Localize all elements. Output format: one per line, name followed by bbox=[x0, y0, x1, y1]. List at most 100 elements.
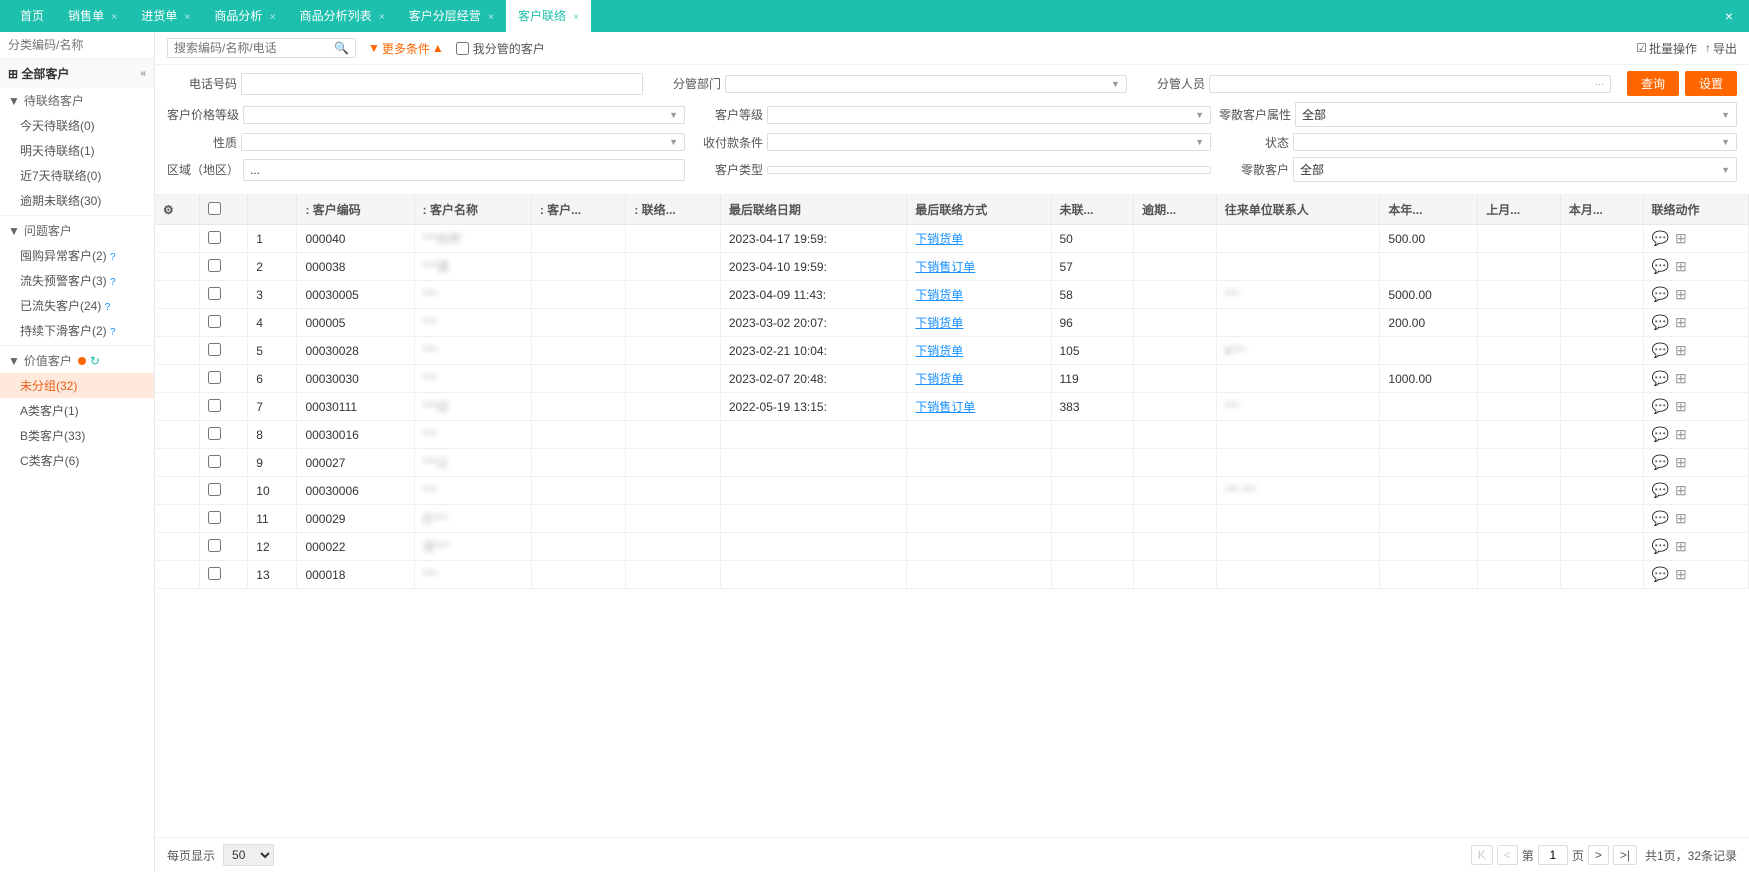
row-checkbox[interactable] bbox=[208, 399, 221, 412]
close-icon[interactable]: × bbox=[111, 12, 117, 23]
checkbox-cell[interactable] bbox=[199, 309, 248, 337]
last-method-cell[interactable]: 下销售订单 bbox=[907, 253, 1051, 281]
chat-icon[interactable]: 💬 bbox=[1652, 230, 1669, 247]
row-checkbox[interactable] bbox=[208, 287, 221, 300]
dept-select[interactable]: ▼ bbox=[725, 75, 1127, 93]
chat-icon[interactable]: 💬 bbox=[1652, 342, 1669, 359]
grid-icon[interactable]: ⊞ bbox=[1675, 482, 1687, 499]
checkbox-cell[interactable] bbox=[199, 225, 248, 253]
chat-icon[interactable]: 💬 bbox=[1652, 538, 1669, 555]
last-method-cell[interactable]: 下销货单 bbox=[907, 225, 1051, 253]
my-customers-filter[interactable]: 我分管的客户 bbox=[456, 40, 545, 57]
status-select[interactable]: ▼ bbox=[1293, 133, 1737, 151]
chat-icon[interactable]: 💬 bbox=[1652, 426, 1669, 443]
checkbox-cell[interactable] bbox=[199, 253, 248, 281]
sidebar-search-input[interactable] bbox=[8, 38, 155, 52]
last-method-cell[interactable] bbox=[907, 561, 1051, 589]
scatter-customer-select[interactable]: 全部 ▼ bbox=[1293, 157, 1737, 182]
chat-icon[interactable]: 💬 bbox=[1652, 258, 1669, 275]
problem-customers-group[interactable]: ▼ 问题客户 bbox=[0, 218, 154, 243]
last-method-cell[interactable] bbox=[907, 505, 1051, 533]
sidebar-item-class-c[interactable]: C类客户(6) bbox=[0, 448, 154, 473]
grid-icon[interactable]: ⊞ bbox=[1675, 342, 1687, 359]
query-button[interactable]: 查询 bbox=[1627, 71, 1679, 96]
reset-button[interactable]: 设置 bbox=[1685, 71, 1737, 96]
last-method-link[interactable]: 下销货单 bbox=[915, 372, 963, 386]
last-method-link[interactable]: 下销货单 bbox=[915, 232, 963, 246]
row-checkbox[interactable] bbox=[208, 567, 221, 580]
chat-icon[interactable]: 💬 bbox=[1652, 510, 1669, 527]
nav-customer-contact[interactable]: 客户联络 × bbox=[506, 0, 591, 32]
batch-operation-button[interactable]: ☑ 批量操作 bbox=[1636, 40, 1697, 57]
sidebar-item-class-a[interactable]: A类客户(1) bbox=[0, 398, 154, 423]
search-input[interactable] bbox=[174, 41, 334, 55]
chat-icon[interactable]: 💬 bbox=[1652, 566, 1669, 583]
nav-product-analysis-list[interactable]: 商品分析列表 × bbox=[288, 0, 397, 32]
first-page-button[interactable]: K bbox=[1471, 845, 1493, 865]
last-method-cell[interactable]: 下销货单 bbox=[907, 337, 1051, 365]
customer-type-select[interactable] bbox=[767, 166, 1211, 174]
last-method-cell[interactable] bbox=[907, 421, 1051, 449]
chat-icon[interactable]: 💬 bbox=[1652, 314, 1669, 331]
row-checkbox[interactable] bbox=[208, 511, 221, 524]
chat-icon[interactable]: 💬 bbox=[1652, 454, 1669, 471]
collapse-icon[interactable]: « bbox=[140, 68, 146, 79]
chat-icon[interactable]: 💬 bbox=[1652, 482, 1669, 499]
sidebar-search-box[interactable]: 🔍 bbox=[0, 32, 154, 59]
sidebar-item-churn-warning[interactable]: 流失预警客户(3) ? bbox=[0, 268, 154, 293]
chat-icon[interactable]: 💬 bbox=[1652, 398, 1669, 415]
checkbox-cell[interactable] bbox=[199, 477, 248, 505]
grid-icon[interactable]: ⊞ bbox=[1675, 398, 1687, 415]
export-button[interactable]: ↑ 导出 bbox=[1705, 40, 1737, 57]
grid-icon[interactable]: ⊞ bbox=[1675, 286, 1687, 303]
sidebar-item-7days[interactable]: 近7天待联络(0) bbox=[0, 163, 154, 188]
last-method-link[interactable]: 下销货单 bbox=[915, 344, 963, 358]
settings-icon[interactable]: ⚙ bbox=[163, 203, 174, 217]
sidebar-item-ungroup[interactable]: 未分组(32) bbox=[0, 373, 154, 398]
row-checkbox[interactable] bbox=[208, 427, 221, 440]
checkbox-cell[interactable] bbox=[199, 393, 248, 421]
last-method-link[interactable]: 下销售订单 bbox=[915, 400, 975, 414]
close-icon[interactable]: × bbox=[573, 12, 579, 23]
chat-icon[interactable]: 💬 bbox=[1652, 286, 1669, 303]
refresh-icon[interactable]: ↻ bbox=[90, 354, 100, 368]
nav-product-analysis[interactable]: 商品分析 × bbox=[202, 0, 287, 32]
checkbox-cell[interactable] bbox=[199, 421, 248, 449]
payment-select[interactable]: ▼ bbox=[767, 133, 1211, 151]
region-select[interactable]: ... bbox=[243, 159, 685, 181]
last-method-cell[interactable] bbox=[907, 533, 1051, 561]
last-method-link[interactable]: 下销货单 bbox=[915, 316, 963, 330]
grid-icon[interactable]: ⊞ bbox=[1675, 314, 1687, 331]
close-icon[interactable]: × bbox=[379, 12, 385, 23]
pending-contact-group[interactable]: ▼ 待联络客户 bbox=[0, 88, 154, 113]
sidebar-item-abnormal[interactable]: 囤购异常客户(2) ? bbox=[0, 243, 154, 268]
grid-icon[interactable]: ⊞ bbox=[1675, 454, 1687, 471]
last-method-cell[interactable] bbox=[907, 477, 1051, 505]
chat-icon[interactable]: 💬 bbox=[1652, 370, 1669, 387]
nav-purchase[interactable]: 进货单 × bbox=[129, 0, 202, 32]
last-method-cell[interactable]: 下销货单 bbox=[907, 281, 1051, 309]
checkbox-cell[interactable] bbox=[199, 281, 248, 309]
grid-icon[interactable]: ⊞ bbox=[1675, 538, 1687, 555]
row-checkbox[interactable] bbox=[208, 455, 221, 468]
valuation-group[interactable]: ▼ 价值客户 ↻ bbox=[0, 348, 154, 373]
row-checkbox[interactable] bbox=[208, 315, 221, 328]
last-method-link[interactable]: 下销货单 bbox=[915, 288, 963, 302]
last-method-cell[interactable]: 下销货单 bbox=[907, 309, 1051, 337]
checkbox-column-header[interactable] bbox=[199, 195, 248, 225]
nav-home[interactable]: 首页 bbox=[8, 0, 56, 32]
last-method-cell[interactable] bbox=[907, 449, 1051, 477]
grid-icon[interactable]: ⊞ bbox=[1675, 566, 1687, 583]
close-icon[interactable]: × bbox=[488, 12, 494, 23]
filter-search-box[interactable]: 🔍 bbox=[167, 38, 356, 58]
nature-select[interactable]: ▼ bbox=[241, 133, 685, 151]
last-method-cell[interactable]: 下销货单 bbox=[907, 365, 1051, 393]
row-checkbox[interactable] bbox=[208, 343, 221, 356]
sidebar-item-today[interactable]: 今天待联络(0) bbox=[0, 113, 154, 138]
row-checkbox[interactable] bbox=[208, 259, 221, 272]
search-icon[interactable]: 🔍 bbox=[334, 41, 349, 55]
nav-customer-layer[interactable]: 客户分层经营 × bbox=[397, 0, 506, 32]
manager-select[interactable]: ··· bbox=[1209, 75, 1611, 93]
scatter-attr-select[interactable]: 全部 ▼ bbox=[1295, 102, 1737, 127]
last-page-button[interactable]: >| bbox=[1613, 845, 1637, 865]
